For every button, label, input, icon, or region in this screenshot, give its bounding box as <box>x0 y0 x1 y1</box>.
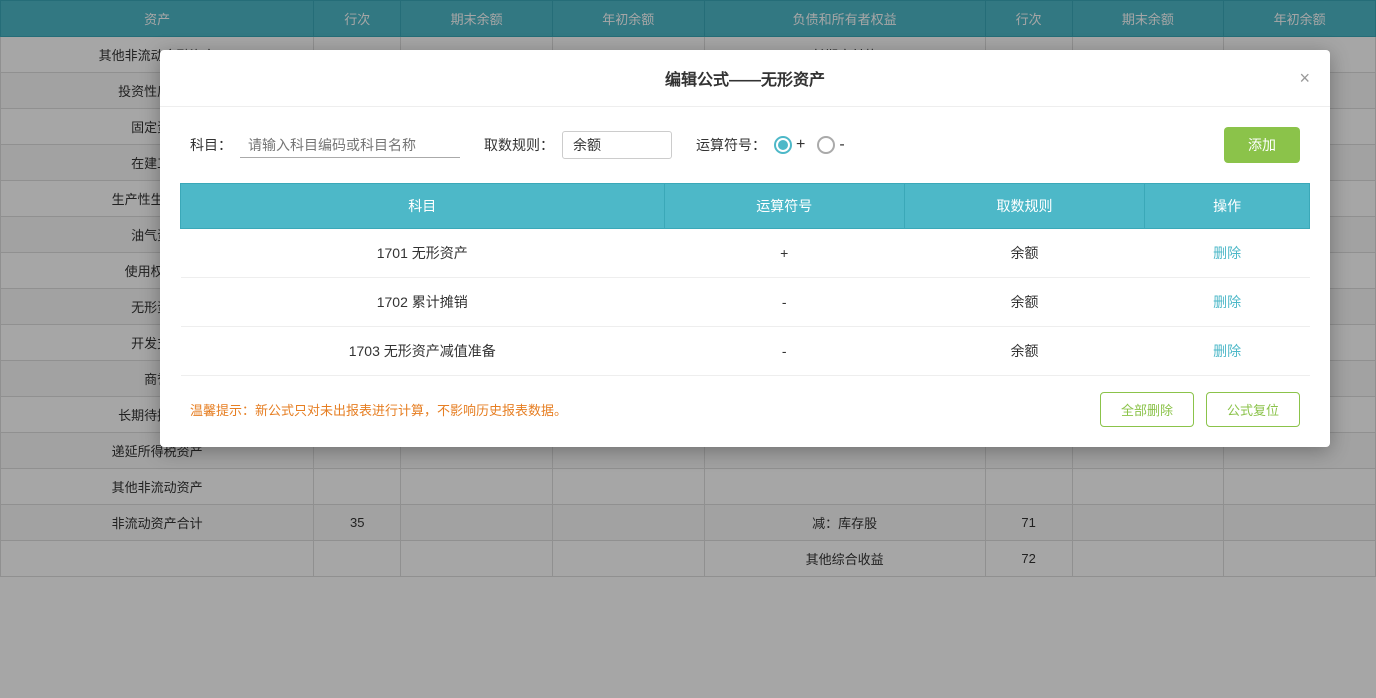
rule-select[interactable]: 余额 借方 贷方 借方发生额 贷方发生额 <box>562 131 672 159</box>
th-subject: 科目 <box>181 184 665 229</box>
th-operator: 运算符号 <box>664 184 904 229</box>
reset-formula-button[interactable]: 公式复位 <box>1206 392 1300 427</box>
row2-action: 删除 <box>1145 278 1310 327</box>
radio-plus-label: + <box>796 136 805 154</box>
footer-buttons: 全部删除 公式复位 <box>1100 392 1300 427</box>
row2-rule: 余额 <box>904 278 1144 327</box>
radio-plus[interactable]: + <box>774 136 805 154</box>
row3-subject: 1703 无形资产减值准备 <box>181 327 665 376</box>
formula-table: 科目 运算符号 取数规则 操作 1701 无形资产 + 余额 删除 1702 累… <box>180 183 1310 376</box>
th-rule: 取数规则 <box>904 184 1144 229</box>
operator-label: 运算符号： <box>696 135 766 155</box>
row1-delete-link[interactable]: 删除 <box>1213 245 1241 261</box>
delete-all-button[interactable]: 全部删除 <box>1100 392 1194 427</box>
radio-plus-circle <box>774 136 792 154</box>
subject-input[interactable] <box>240 133 460 158</box>
modal-title: 编辑公式——无形资产 <box>665 66 825 90</box>
table-row: 1702 累计摊销 - 余额 删除 <box>181 278 1310 327</box>
row1-rule: 余额 <box>904 229 1144 278</box>
row2-operator: - <box>664 278 904 327</box>
operator-form-group: 运算符号： + - <box>696 135 845 155</box>
radio-minus[interactable]: - <box>817 136 844 154</box>
radio-minus-label: - <box>839 136 844 154</box>
row2-delete-link[interactable]: 删除 <box>1213 294 1241 310</box>
radio-minus-circle <box>817 136 835 154</box>
row1-operator: + <box>664 229 904 278</box>
data-table-wrapper: 科目 运算符号 取数规则 操作 1701 无形资产 + 余额 删除 1702 累… <box>160 183 1330 376</box>
add-button[interactable]: 添加 <box>1224 127 1300 163</box>
operator-radio-group: + - <box>774 136 845 154</box>
row1-action: 删除 <box>1145 229 1310 278</box>
row3-operator: - <box>664 327 904 376</box>
row3-rule: 余额 <box>904 327 1144 376</box>
row3-delete-link[interactable]: 删除 <box>1213 343 1241 359</box>
modal-header: 编辑公式——无形资产 × <box>160 50 1330 107</box>
modal-form-row: 科目： 取数规则： 余额 借方 贷方 借方发生额 贷方发生额 运算符号： <box>160 107 1330 183</box>
rule-form-group: 取数规则： 余额 借方 贷方 借方发生额 贷方发生额 <box>484 131 672 159</box>
table-row: 1701 无形资产 + 余额 删除 <box>181 229 1310 278</box>
footer-hint: 温馨提示：新公式只对未出报表进行计算，不影响历史报表数据。 <box>190 400 567 419</box>
table-row: 1703 无形资产减值准备 - 余额 删除 <box>181 327 1310 376</box>
row3-action: 删除 <box>1145 327 1310 376</box>
rule-label: 取数规则： <box>484 135 554 155</box>
row1-subject: 1701 无形资产 <box>181 229 665 278</box>
subject-form-group: 科目： <box>190 133 460 158</box>
rule-select-wrapper: 余额 借方 贷方 借方发生额 贷方发生额 <box>562 131 672 159</box>
th-action: 操作 <box>1145 184 1310 229</box>
subject-label: 科目： <box>190 135 232 155</box>
row2-subject: 1702 累计摊销 <box>181 278 665 327</box>
table-header-row: 科目 运算符号 取数规则 操作 <box>181 184 1310 229</box>
modal-footer: 温馨提示：新公式只对未出报表进行计算，不影响历史报表数据。 全部删除 公式复位 <box>160 376 1330 427</box>
modal-close-button[interactable]: × <box>1299 69 1310 87</box>
modal-dialog: 编辑公式——无形资产 × 科目： 取数规则： 余额 借方 贷方 借方发生额 贷方… <box>160 50 1330 447</box>
